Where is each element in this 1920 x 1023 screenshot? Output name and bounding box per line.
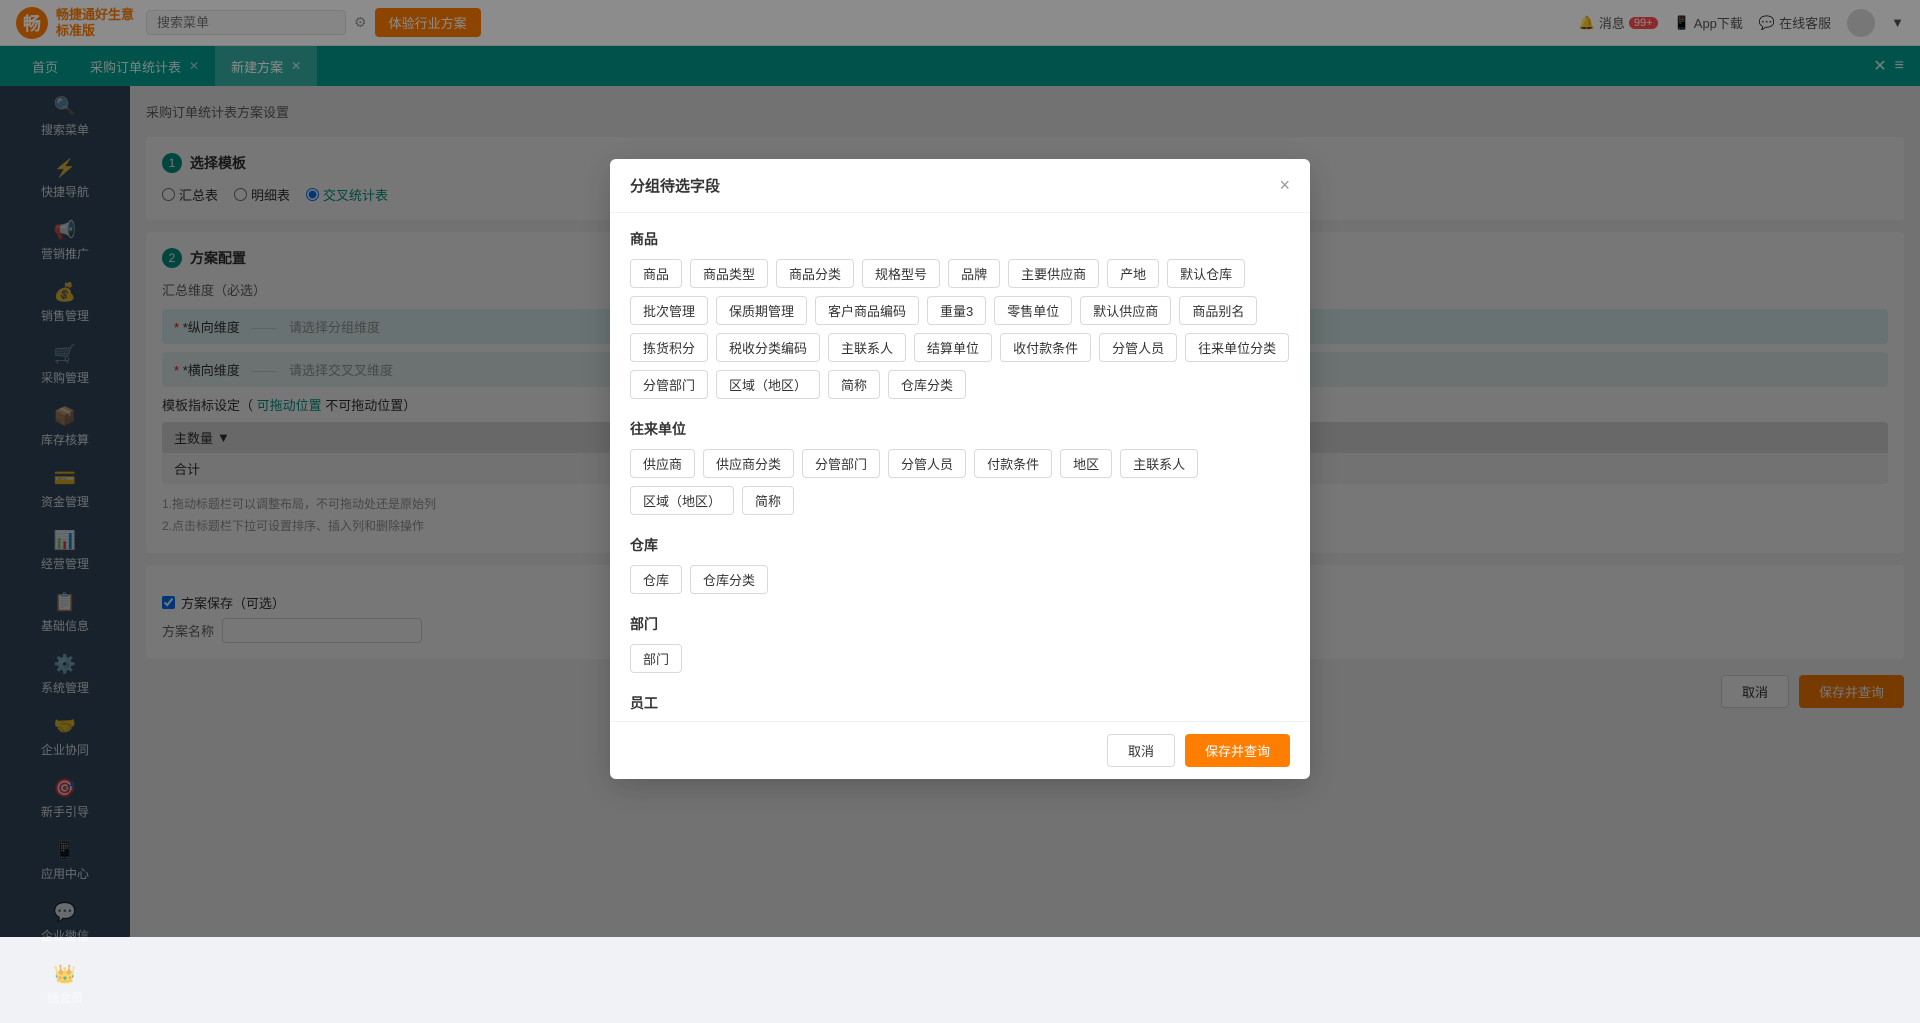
tag-goods-type[interactable]: 商品类型 [690, 259, 768, 288]
section-employee-title: 员工 [630, 693, 1290, 713]
tag-district[interactable]: 地区 [1060, 449, 1112, 478]
tag-dept-managed[interactable]: 分管部门 [630, 370, 708, 399]
tag-region-2[interactable]: 区域（地区） [630, 486, 734, 515]
tag-customer-code[interactable]: 客户商品编码 [815, 296, 919, 325]
modal-close-button[interactable]: × [1279, 175, 1290, 196]
modal-header: 分组待选字段 × [610, 159, 1310, 213]
tag-person-manage[interactable]: 分管人员 [888, 449, 966, 478]
warehouse-tags: 仓库 仓库分类 [630, 565, 1290, 594]
tag-dept[interactable]: 部门 [630, 644, 682, 673]
modal-overlay: 分组待选字段 × 商品 商品 商品类型 商品分类 规格型号 品牌 主要供应商 产… [0, 0, 1920, 937]
section-employee: 员工 业务员 [630, 693, 1290, 721]
tag-payment-terms[interactable]: 收付款条件 [1000, 333, 1091, 362]
tag-goods[interactable]: 商品 [630, 259, 682, 288]
modal-body: 商品 商品 商品类型 商品分类 规格型号 品牌 主要供应商 产地 默认仓库 批次… [610, 213, 1310, 721]
tag-main-contact-2[interactable]: 主联系人 [1120, 449, 1198, 478]
tag-region[interactable]: 区域（地区） [716, 370, 820, 399]
tag-wh-category[interactable]: 仓库分类 [690, 565, 768, 594]
section-warehouse-title: 仓库 [630, 535, 1290, 555]
tag-pay-terms[interactable]: 付款条件 [974, 449, 1052, 478]
tag-main-contact[interactable]: 主联系人 [828, 333, 906, 362]
tag-default-warehouse[interactable]: 默认仓库 [1167, 259, 1245, 288]
modal-title: 分组待选字段 [630, 175, 720, 196]
tag-dept-manage[interactable]: 分管部门 [802, 449, 880, 478]
tag-goods-alias[interactable]: 商品别名 [1179, 296, 1257, 325]
tag-supplier-category[interactable]: 供应商分类 [703, 449, 794, 478]
tag-manager[interactable]: 分管人员 [1099, 333, 1177, 362]
tag-quality-mgmt[interactable]: 保质期管理 [716, 296, 807, 325]
goods-tags: 商品 商品类型 商品分类 规格型号 品牌 主要供应商 产地 默认仓库 批次管理 … [630, 259, 1290, 399]
section-dept: 部门 部门 [630, 614, 1290, 673]
counterpart-tags: 供应商 供应商分类 分管部门 分管人员 付款条件 地区 主联系人 区域（地区） … [630, 449, 1290, 515]
tag-origin[interactable]: 产地 [1107, 259, 1159, 288]
tag-spec-model[interactable]: 规格型号 [862, 259, 940, 288]
section-dept-title: 部门 [630, 614, 1290, 634]
section-goods: 商品 商品 商品类型 商品分类 规格型号 品牌 主要供应商 产地 默认仓库 批次… [630, 229, 1290, 399]
modal-save-button[interactable]: 保存并查询 [1185, 734, 1290, 767]
tag-tax-code[interactable]: 税收分类编码 [716, 333, 820, 362]
section-counterpart: 往来单位 供应商 供应商分类 分管部门 分管人员 付款条件 地区 主联系人 区域… [630, 419, 1290, 515]
dept-tags: 部门 [630, 644, 1290, 673]
modal-footer: 取消 保存并查询 [610, 721, 1310, 779]
tag-batch-mgmt[interactable]: 批次管理 [630, 296, 708, 325]
tag-brand[interactable]: 品牌 [948, 259, 1000, 288]
tag-wh[interactable]: 仓库 [630, 565, 682, 594]
tag-main-supplier[interactable]: 主要供应商 [1008, 259, 1099, 288]
tag-weight[interactable]: 重量3 [927, 296, 986, 325]
tag-short-name[interactable]: 简称 [828, 370, 880, 399]
tag-counterpart-category[interactable]: 往来单位分类 [1185, 333, 1289, 362]
tag-settle-unit[interactable]: 结算单位 [914, 333, 992, 362]
modal-dialog: 分组待选字段 × 商品 商品 商品类型 商品分类 规格型号 品牌 主要供应商 产… [610, 159, 1310, 779]
tag-pick-points[interactable]: 拣货积分 [630, 333, 708, 362]
tag-short-name-2[interactable]: 简称 [742, 486, 794, 515]
tag-warehouse-category[interactable]: 仓库分类 [888, 370, 966, 399]
tag-retail-unit[interactable]: 零售单位 [994, 296, 1072, 325]
modal-cancel-button[interactable]: 取消 [1107, 734, 1175, 767]
section-goods-title: 商品 [630, 229, 1290, 249]
section-counterpart-title: 往来单位 [630, 419, 1290, 439]
tag-default-supplier[interactable]: 默认供应商 [1080, 296, 1171, 325]
tag-goods-category[interactable]: 商品分类 [776, 259, 854, 288]
tag-supplier[interactable]: 供应商 [630, 449, 695, 478]
section-warehouse: 仓库 仓库 仓库分类 [630, 535, 1290, 594]
